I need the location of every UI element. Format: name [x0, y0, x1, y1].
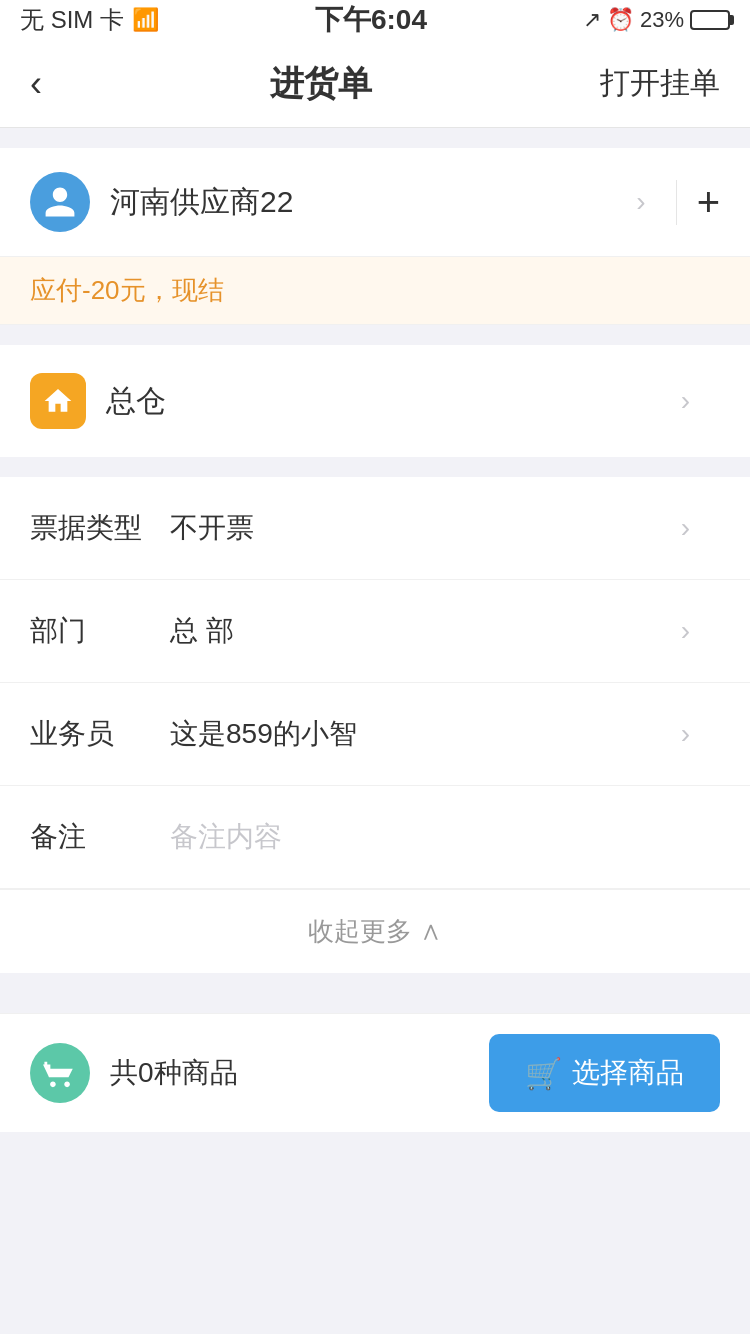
sim-label: 无 SIM 卡	[20, 4, 124, 36]
invoice-type-label: 票据类型	[30, 509, 170, 547]
department-row[interactable]: 部门 总 部 ›	[0, 580, 750, 683]
warehouse-name: 总仓	[106, 381, 681, 422]
cart-icon	[43, 1056, 77, 1090]
remark-input[interactable]: 备注内容	[170, 818, 720, 856]
add-supplier-button[interactable]: +	[676, 180, 720, 225]
section-gap-3	[0, 973, 750, 993]
notice-text: 应付-20元，现结	[30, 275, 224, 305]
bottom-bar: 共0种商品 🛒 选择商品	[0, 1013, 750, 1132]
status-right: ↗ ⏰ 23%	[583, 7, 730, 33]
salesperson-label: 业务员	[30, 715, 170, 753]
supplier-row[interactable]: 河南供应商22 › +	[0, 148, 750, 257]
page-title: 进货单	[270, 61, 372, 107]
warehouse-icon-bg	[30, 373, 86, 429]
department-label: 部门	[30, 612, 170, 650]
collapse-bar[interactable]: 收起更多 ∧	[0, 889, 750, 973]
salesperson-value: 这是859的小智	[170, 715, 681, 753]
collapse-label: 收起更多 ∧	[308, 914, 441, 949]
remark-row[interactable]: 备注 备注内容	[0, 786, 750, 889]
user-icon	[42, 184, 78, 220]
product-count: 共0种商品	[110, 1054, 489, 1092]
remark-label: 备注	[30, 818, 170, 856]
select-product-icon: 🛒	[525, 1056, 562, 1091]
status-bar: 无 SIM 卡 📶 下午6:04 ↗ ⏰ 23%	[0, 0, 750, 40]
location-icon: ↗	[583, 7, 601, 33]
warehouse-section[interactable]: 总仓 ›	[0, 345, 750, 457]
warehouse-icon	[42, 385, 74, 417]
select-product-button[interactable]: 🛒 选择商品	[489, 1034, 720, 1112]
invoice-type-value: 不开票	[170, 509, 681, 547]
battery-icon	[690, 10, 730, 30]
notice-bar: 应付-20元，现结	[0, 257, 750, 325]
status-left: 无 SIM 卡 📶	[20, 4, 159, 36]
warehouse-row[interactable]: 总仓 ›	[0, 345, 750, 457]
form-section: 票据类型 不开票 › 部门 总 部 › 业务员 这是859的小智 › 备注 备注…	[0, 477, 750, 973]
open-pending-button[interactable]: 打开挂单	[600, 63, 720, 104]
supplier-name: 河南供应商22	[110, 182, 636, 223]
salesperson-chevron-icon: ›	[681, 718, 690, 750]
invoice-type-row[interactable]: 票据类型 不开票 ›	[0, 477, 750, 580]
status-time: 下午6:04	[315, 1, 427, 39]
battery-percentage: 23%	[640, 7, 684, 33]
supplier-section: 河南供应商22 › + 应付-20元，现结	[0, 148, 750, 325]
supplier-chevron-icon: ›	[636, 186, 645, 218]
select-product-label: 选择商品	[572, 1054, 684, 1092]
product-icon-bg	[30, 1043, 90, 1103]
invoice-type-chevron-icon: ›	[681, 512, 690, 544]
salesperson-row[interactable]: 业务员 这是859的小智 ›	[0, 683, 750, 786]
supplier-avatar	[30, 172, 90, 232]
department-value: 总 部	[170, 612, 681, 650]
department-chevron-icon: ›	[681, 615, 690, 647]
back-button[interactable]: ‹	[30, 63, 42, 105]
warehouse-chevron-icon: ›	[681, 385, 690, 417]
section-gap-2	[0, 325, 750, 345]
alarm-icon: ⏰	[607, 7, 634, 33]
nav-bar: ‹ 进货单 打开挂单	[0, 40, 750, 128]
section-gap-1	[0, 128, 750, 148]
wifi-icon: 📶	[132, 7, 159, 33]
